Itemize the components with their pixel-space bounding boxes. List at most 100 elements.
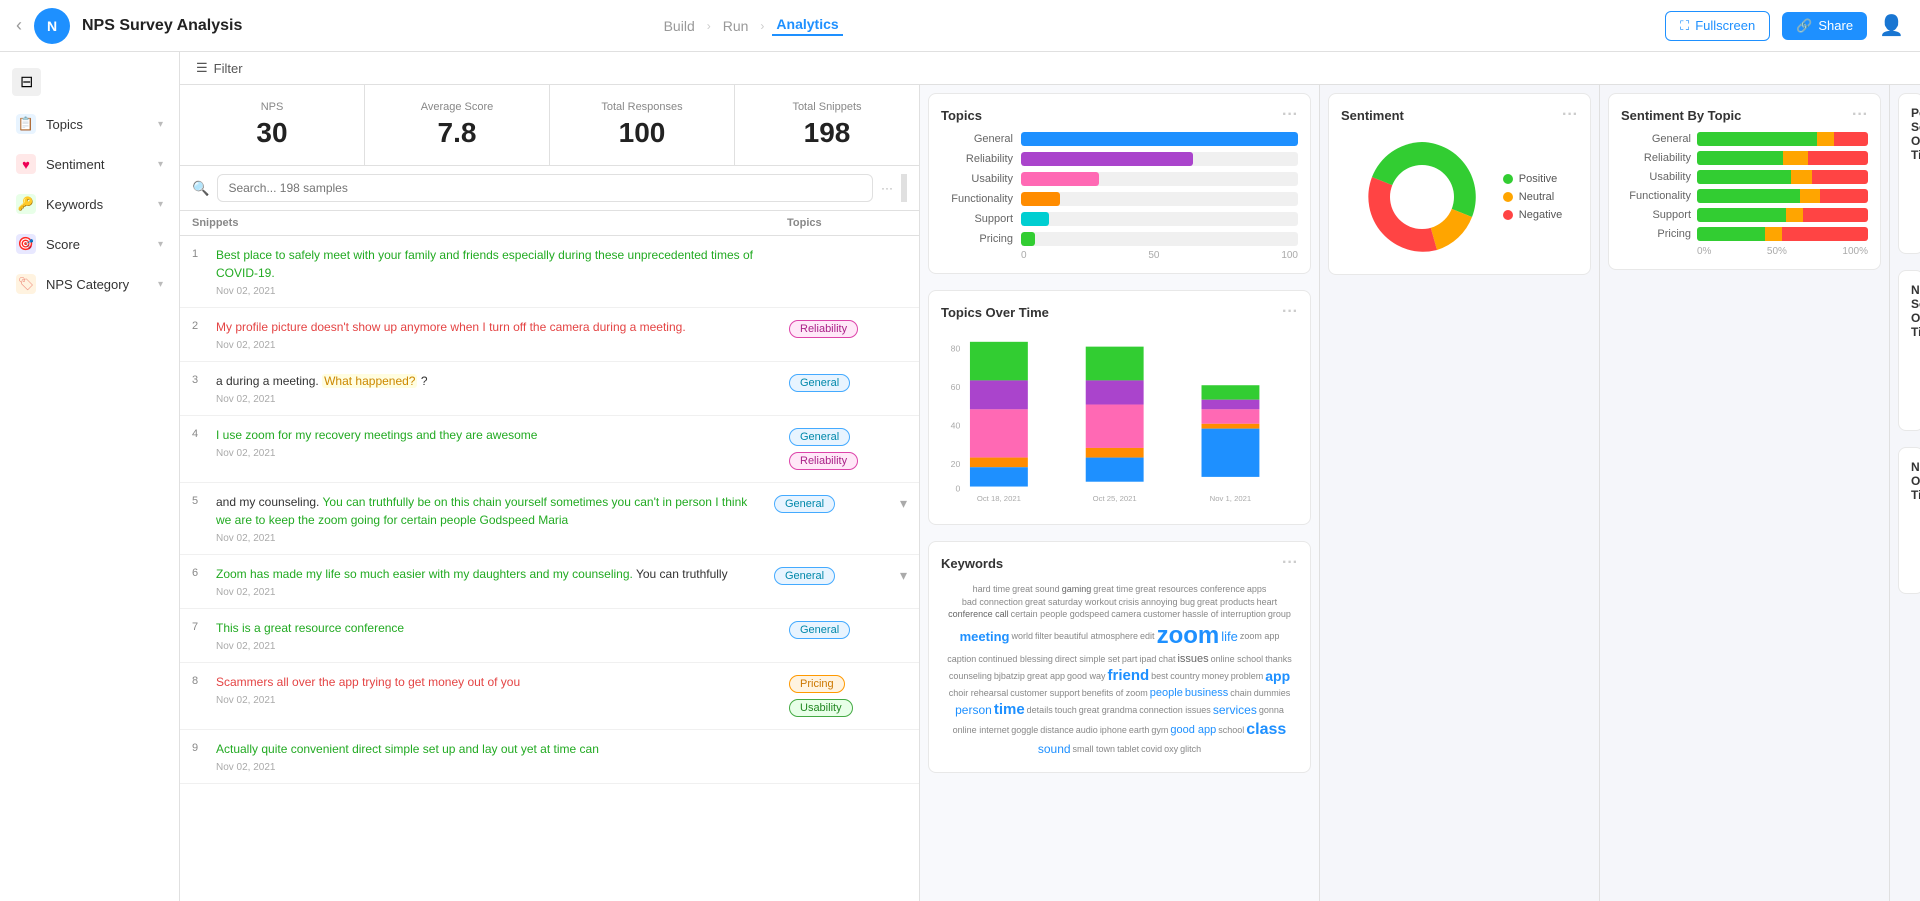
word-item[interactable]: heart [1257,597,1278,607]
word-item[interactable]: business [1185,687,1228,699]
word-item[interactable]: conference call [948,609,1009,619]
word-item[interactable]: money [1202,671,1229,681]
topic-tag[interactable]: Reliability [789,452,858,470]
search-more-icon[interactable]: ··· [881,181,893,195]
word-item[interactable]: connection issues [1139,705,1211,715]
word-item[interactable]: edit [1140,631,1155,641]
back-button[interactable]: ‹ [16,15,22,36]
word-item[interactable]: gym [1151,725,1168,735]
word-item[interactable]: gonna [1259,705,1284,715]
word-item[interactable]: touch [1055,705,1077,715]
word-item[interactable]: audio [1076,725,1098,735]
word-item[interactable]: iphone [1100,725,1127,735]
word-item[interactable]: life [1221,629,1238,644]
word-item[interactable]: part [1122,654,1138,664]
topic-tag[interactable]: Usability [789,699,853,717]
topic-tag[interactable]: Pricing [789,675,845,693]
word-item[interactable]: zoom [1157,622,1220,650]
tot-more-icon[interactable]: ··· [1282,303,1298,321]
word-item[interactable]: customer [1143,609,1180,619]
word-item[interactable]: class [1246,721,1286,739]
word-item[interactable]: oxy [1164,744,1178,754]
word-item[interactable]: online school [1211,654,1264,664]
sbt-more-icon[interactable]: ··· [1852,106,1868,124]
word-item[interactable]: tablet [1117,744,1139,754]
word-item[interactable]: chat [1158,654,1175,664]
word-item[interactable]: online internet [953,725,1010,735]
sidebar-item-nps[interactable]: 🏷 NPS Category ▾ [0,264,179,304]
user-icon[interactable]: 👤 [1879,13,1904,38]
topic-tag[interactable]: Reliability [789,320,858,338]
topic-tag[interactable]: General [774,567,835,585]
topic-tag[interactable]: General [789,428,850,446]
sidebar-item-score[interactable]: 🎯 Score ▾ [0,224,179,264]
word-item[interactable]: problem [1231,671,1264,681]
word-item[interactable]: dummies [1254,688,1291,698]
word-item[interactable]: customer support [1010,688,1080,698]
word-item[interactable]: beautiful atmosphere [1054,631,1138,641]
word-item[interactable]: great products [1197,597,1255,607]
word-item[interactable]: school [1218,725,1244,735]
wc-more-icon[interactable]: ··· [1282,554,1298,572]
word-item[interactable]: benefits of zoom [1082,688,1148,698]
word-item[interactable]: crisis [1118,597,1139,607]
word-item[interactable]: annoying bug [1141,597,1195,607]
word-item[interactable]: direct simple set [1055,654,1120,664]
word-item[interactable]: person [955,703,992,717]
word-item[interactable]: bad connection [962,597,1023,607]
step-analytics[interactable]: Analytics [772,16,842,36]
word-item[interactable]: covid [1141,744,1162,754]
fullscreen-button[interactable]: ⛶ Fullscreen [1665,11,1770,41]
word-item[interactable]: gaming [1062,584,1092,594]
word-item[interactable]: great grandma [1079,705,1138,715]
word-item[interactable]: continued blessing [978,654,1053,664]
word-item[interactable]: good app [1170,724,1216,736]
topic-tag[interactable]: General [774,495,835,513]
word-item[interactable]: caption [947,654,976,664]
word-item[interactable]: distance [1040,725,1074,735]
word-item[interactable]: great resources conference [1135,584,1245,594]
share-button[interactable]: 🔗 Share [1782,12,1867,40]
word-item[interactable]: time [994,701,1025,718]
word-item[interactable]: country [1170,671,1200,681]
word-item[interactable]: choir rehearsal [949,688,1009,698]
step-build[interactable]: Build [660,18,699,34]
word-item[interactable]: hassle of interruption [1182,609,1266,619]
expand-icon[interactable]: ▾ [900,495,907,512]
step-run[interactable]: Run [719,18,753,34]
word-item[interactable]: best [1151,671,1168,681]
word-item[interactable]: camera [1111,609,1141,619]
search-input[interactable] [217,174,873,202]
word-item[interactable]: small town [1073,744,1116,754]
word-item[interactable]: filter [1035,631,1052,641]
word-item[interactable]: group [1268,609,1291,619]
word-item[interactable]: bjbatzip [994,671,1025,681]
topic-tag[interactable]: General [789,374,850,392]
word-item[interactable]: app [1265,668,1290,684]
word-item[interactable]: great app [1027,671,1065,681]
sentiment-more-icon[interactable]: ··· [1562,106,1578,124]
filter-button[interactable]: ☰ Filter [196,60,243,76]
topics-more-icon[interactable]: ··· [1282,106,1298,124]
word-item[interactable]: thanks [1265,654,1292,664]
word-item[interactable]: earth [1129,725,1150,735]
word-item[interactable]: goggle [1011,725,1038,735]
word-item[interactable]: great sound [1012,584,1060,594]
word-item[interactable]: meeting [960,629,1010,644]
word-item[interactable]: hard time [973,584,1011,594]
word-item[interactable]: counseling [949,671,992,681]
word-item[interactable]: sound [1038,742,1071,756]
expand-icon[interactable]: ▾ [900,567,907,584]
word-item[interactable]: good way [1067,671,1106,681]
word-item[interactable]: apps [1247,584,1267,594]
word-item[interactable]: great time [1093,584,1133,594]
word-item[interactable]: friend [1108,667,1150,684]
word-item[interactable]: details [1027,705,1053,715]
word-item[interactable]: zoom app [1240,631,1280,641]
word-item[interactable]: issues [1177,653,1208,665]
word-item[interactable]: world [1011,631,1033,641]
toggle-sidebar-button[interactable]: ⊟ [12,68,41,96]
sidebar-item-sentiment[interactable]: ♥ Sentiment ▾ [0,144,179,184]
word-item[interactable]: services [1213,703,1257,717]
word-item[interactable]: glitch [1180,744,1201,754]
